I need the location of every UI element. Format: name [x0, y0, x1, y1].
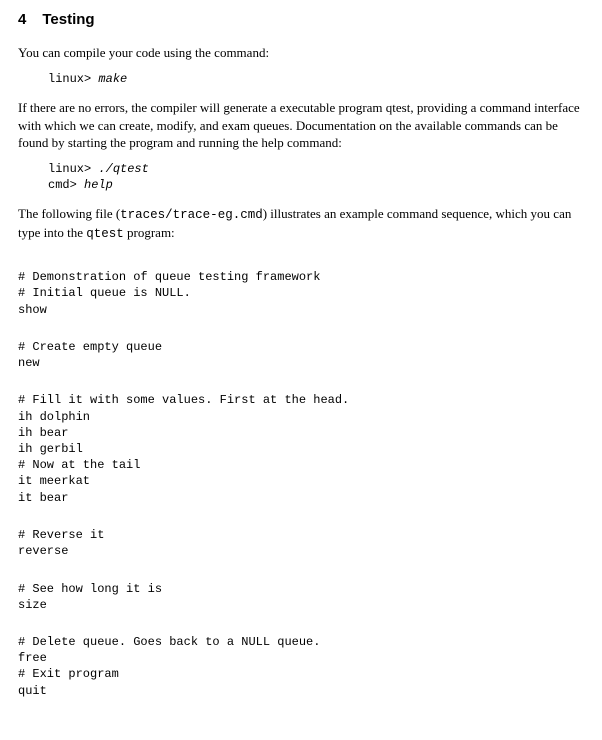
trace-command: it meerkat — [18, 474, 90, 488]
trace-command: it bear — [18, 491, 68, 505]
trace-comment: # Reverse it — [18, 528, 104, 542]
code-block-qtest-help: linux> ./qtest cmd> help — [48, 162, 584, 193]
trace-comment: # Initial queue is NULL. — [18, 286, 191, 300]
shell-prompt: linux> — [48, 72, 98, 86]
trace-comment: # Fill it with some values. First at the… — [18, 393, 349, 407]
trace-group-5: # See how long it is size — [18, 581, 584, 613]
trace-code-block: # Demonstration of queue testing framewo… — [18, 253, 584, 720]
trace-command: new — [18, 356, 40, 370]
cmd-command: help — [84, 178, 113, 192]
para3-text-a: The following file ( — [18, 206, 120, 221]
trace-group-1: # Demonstration of queue testing framewo… — [18, 269, 584, 318]
trace-comment: # Delete queue. Goes back to a NULL queu… — [18, 635, 320, 649]
cmd-prompt: cmd> — [48, 178, 84, 192]
section-number: 4 — [18, 10, 26, 30]
trace-comment: # Now at the tail — [18, 458, 140, 472]
paragraph-2: If there are no errors, the compiler wil… — [18, 99, 584, 152]
section-title: Testing — [42, 11, 94, 28]
trace-comment: # Create empty queue — [18, 340, 162, 354]
trace-command: reverse — [18, 544, 68, 558]
para3-program: qtest — [86, 227, 124, 241]
code-block-make: linux> make — [48, 72, 584, 88]
trace-comment: # Demonstration of queue testing framewo… — [18, 270, 320, 284]
trace-group-6: # Delete queue. Goes back to a NULL queu… — [18, 634, 584, 699]
paragraph-1: You can compile your code using the comm… — [18, 44, 584, 62]
trace-command: ih dolphin — [18, 410, 90, 424]
paragraph-3: The following file (traces/trace-eg.cmd)… — [18, 205, 584, 243]
trace-group-3: # Fill it with some values. First at the… — [18, 392, 584, 505]
trace-group-2: # Create empty queue new — [18, 339, 584, 371]
trace-command: ih bear — [18, 426, 68, 440]
trace-comment: # See how long it is — [18, 582, 162, 596]
para3-text-c: program: — [124, 225, 175, 240]
trace-command: size — [18, 598, 47, 612]
trace-group-4: # Reverse it reverse — [18, 527, 584, 559]
shell-command: make — [98, 72, 127, 86]
shell-prompt: linux> — [48, 162, 98, 176]
trace-command: show — [18, 303, 47, 317]
section-heading: 4 Testing — [18, 10, 584, 30]
trace-command: quit — [18, 684, 47, 698]
trace-comment: # Exit program — [18, 667, 119, 681]
para3-filename: traces/trace-eg.cmd — [120, 208, 263, 222]
trace-command: free — [18, 651, 47, 665]
shell-command: ./qtest — [98, 162, 148, 176]
trace-command: ih gerbil — [18, 442, 83, 456]
